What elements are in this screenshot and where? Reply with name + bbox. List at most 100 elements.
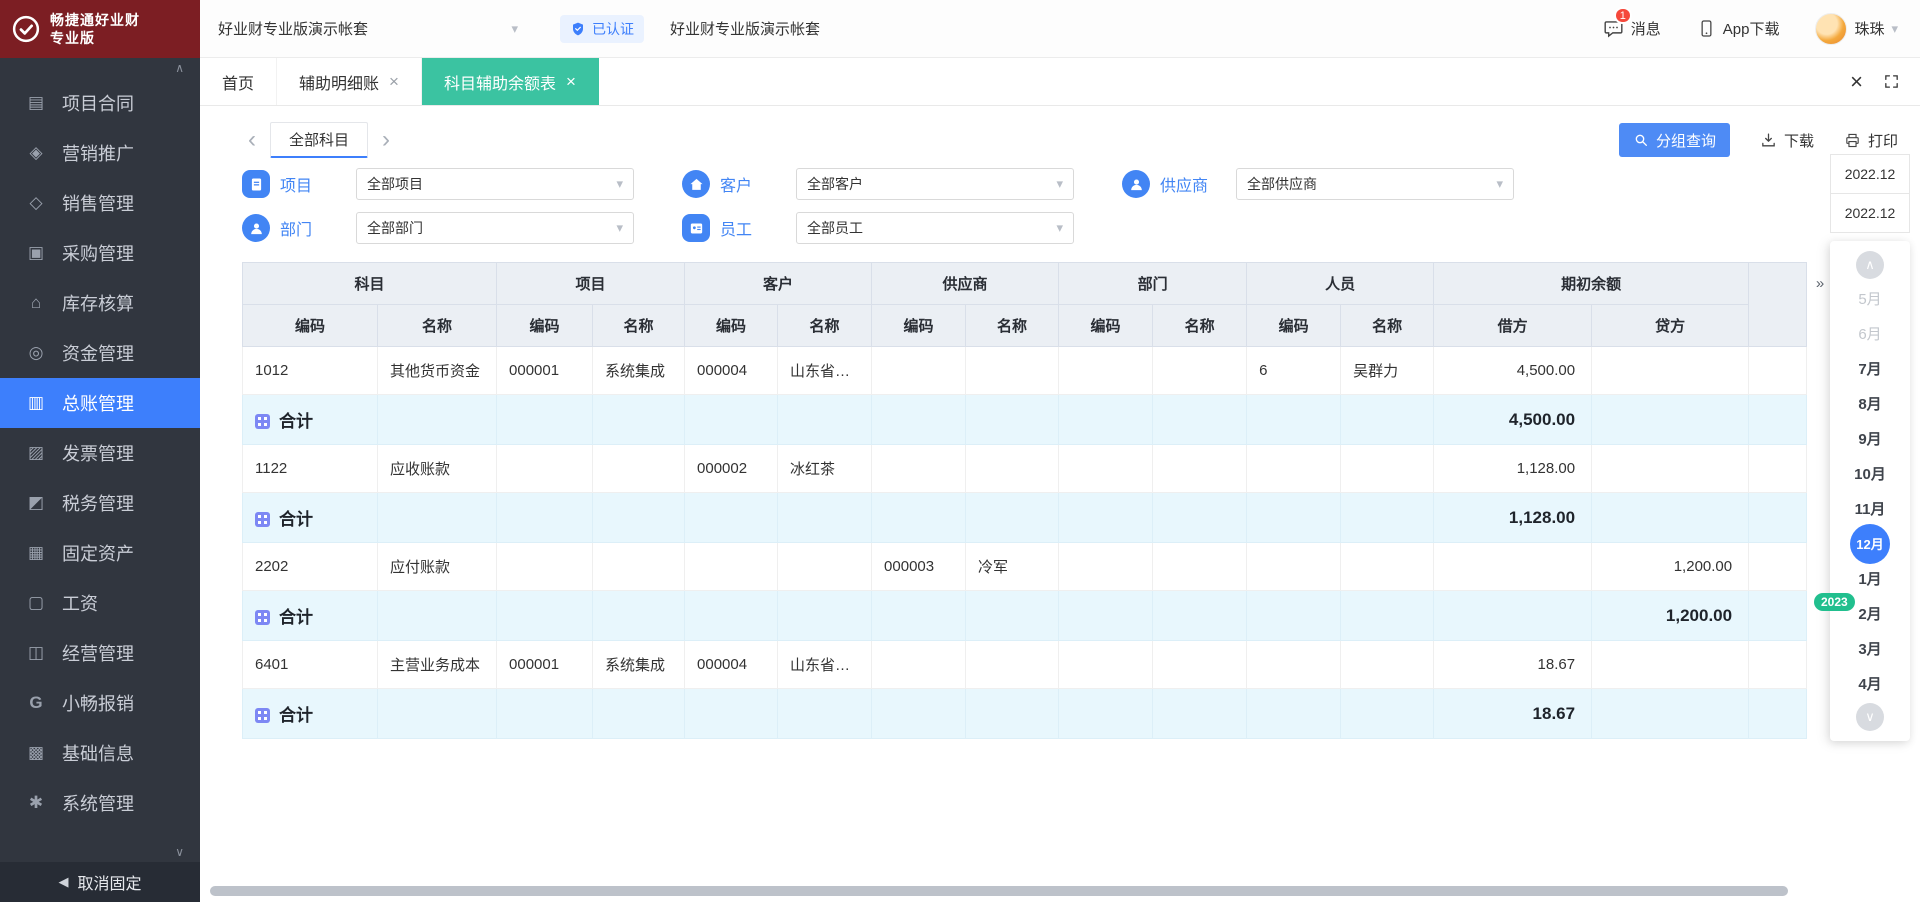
sidebar-scroll-up-icon[interactable]: ∧ [0,58,200,78]
sidebar-item-label: 固定资产 [62,544,134,564]
project-select[interactable]: 全部项目 ▾ [356,168,634,200]
app-logo-name: 畅捷通好业财 [50,11,140,28]
user-menu[interactable]: 珠珠 ▾ [1815,12,1898,45]
sidebar-item-sales[interactable]: ◇ 销售管理 [0,178,200,228]
table-row[interactable]: 1012 其他货币资金 000001 系统集成 000004 山东省济... 6 吴群力 4,5… [242,346,1808,395]
subtotal-row[interactable]: 合计 18.67 [242,688,1808,739]
table-row[interactable]: 2202 应付账款 000003 冷军 1,200.00 [242,542,1808,591]
month-item[interactable]: 8月 [1830,386,1910,421]
app-logo-edition: 专业版 [50,30,95,46]
calculator-icon [255,708,270,723]
fullscreen-icon[interactable] [1883,73,1900,90]
month-item[interactable]: 5月 [1830,281,1910,316]
prev-subject-icon[interactable]: ‹ [242,128,262,152]
scrollbar-thumb[interactable] [210,886,1788,896]
period-end[interactable]: 2022.12 [1830,193,1910,233]
cell: 吴群力 [1340,346,1435,395]
sidebar-item-operations[interactable]: ◫ 经营管理 [0,628,200,678]
month-item[interactable]: 11月 [1830,491,1910,526]
tab[interactable]: 辅助明细账 × [277,58,422,105]
sidebar-item-purchase[interactable]: ▣ 采购管理 [0,228,200,278]
sidebar-item-marketing[interactable]: ◈ 营销推广 [0,128,200,178]
cell [496,688,594,739]
cell [1340,640,1435,689]
sidebar-item-system[interactable]: ✱ 系统管理 [0,778,200,828]
tab[interactable]: 科目辅助余额表 × [421,58,599,105]
month-item-label: 7月 [1858,361,1882,378]
cell: 应收账款 [376,444,498,493]
sidebar-item-tax[interactable]: ◩ 税务管理 [0,478,200,528]
sidebar-item-label: 项目合同 [62,94,134,114]
app-logo-text: 畅捷通好业财 专业版 [50,11,140,47]
month-item[interactable]: 12月 [1830,523,1910,564]
sidebar-item-inventory[interactable]: ⌂ 库存核算 [0,278,200,328]
sidebar-item-ledger[interactable]: ▥ 总账管理 [0,378,200,428]
sidebar-item-assets[interactable]: ▦ 固定资产 [0,528,200,578]
tab-close-icon[interactable]: × [566,73,576,90]
cell: 冷军 [965,542,1060,591]
app-download-button[interactable]: App下载 [1697,18,1779,39]
sidebar-item-contract[interactable]: ▤ 项目合同 [0,78,200,128]
system-icon: ✱ [28,793,44,812]
balance-table-wrap: 科目 项目 客户 供应商 部门 人员 期初余额 编码 名称 编码 名称 编码 名称 编码 名称 编码 名称 编码… [241,262,1824,739]
month-item[interactable]: 3月 [1830,631,1910,666]
month-item[interactable]: 4月 [1830,666,1910,701]
close-icon[interactable]: × [1850,70,1863,93]
cell [871,346,967,395]
sidebar-item-invoice[interactable]: ▨ 发票管理 [0,428,200,478]
horizontal-scrollbar[interactable] [200,886,1920,896]
subtotal-cell: 合计 [242,590,378,641]
subject-scope-pill[interactable]: 全部科目 [270,122,369,158]
month-item[interactable]: 7月 [1830,351,1910,386]
subtotal-row[interactable]: 合计 1,128.00 [242,492,1808,543]
cell [1058,492,1154,543]
month-item[interactable]: 1月 [1830,561,1910,596]
subtotal-row[interactable]: 合计 4,500.00 [242,394,1808,445]
month-item[interactable]: 10月 [1830,456,1910,491]
department-select[interactable]: 全部部门 ▾ [356,212,634,244]
messages-button[interactable]: 1 消息 [1603,7,1661,39]
month-item[interactable]: 6月 [1830,316,1910,351]
period-start[interactable]: 2022.12 [1830,154,1910,194]
chevron-down-icon: ▾ [1056,176,1063,191]
cell [777,542,873,591]
months-scroll-down-icon[interactable]: ∨ [1856,703,1884,731]
cell [1152,590,1248,641]
print-label: 打印 [1867,132,1898,150]
year-badge: 2023 [1814,593,1855,611]
cell [965,492,1060,543]
cell [871,640,967,689]
next-subject-icon[interactable]: › [376,128,396,152]
tab-bar: 首页 辅助明细账 × 科目辅助余额表 × × [200,58,1920,106]
sidebar-item-payroll[interactable]: ▢ 工资 [0,578,200,628]
expand-columns-icon[interactable]: » [1810,273,1830,293]
cell: 000003 [871,542,967,591]
sidebar-item-reimburse[interactable]: G 小畅报销 [0,678,200,728]
cell: 2202 [242,542,378,591]
table-row[interactable]: 1122 应收账款 000002 冰红茶 1,128.00 [242,444,1808,493]
employee-select[interactable]: 全部员工 ▾ [796,212,1074,244]
unpin-sidebar-button[interactable]: ◀ 取消固定 [0,862,200,902]
cell: 18.67 [1433,640,1593,689]
sidebar-item-funds[interactable]: ◎ 资金管理 [0,328,200,378]
customer-select[interactable]: 全部客户 ▾ [796,168,1074,200]
group-query-button[interactable]: 分组查询 [1618,123,1730,157]
subtotal-row[interactable]: 合计 1,200.00 [242,590,1808,641]
sidebar-item-label: 经营管理 [62,644,134,664]
print-button[interactable]: 打印 [1844,130,1898,151]
months-scroll-up-icon[interactable]: ∧ [1856,251,1884,279]
sub-header: 编码 [496,304,594,347]
cell [684,590,779,641]
sidebar-item-basicinfo[interactable]: ▩ 基础信息 [0,728,200,778]
month-item[interactable]: 9月 [1830,421,1910,456]
table-row[interactable]: 6401 主营业务成本 000001 系统集成 000004 山东省济... 18.67 [242,640,1808,689]
tab[interactable]: 首页 [200,58,278,105]
supplier-select[interactable]: 全部供应商 ▾ [1236,168,1514,200]
sub-header: 名称 [592,304,686,347]
sidebar-scroll-down-icon[interactable]: ∨ [0,842,200,862]
download-button[interactable]: 下载 [1760,130,1814,151]
account-set-selector[interactable]: 好业财专业版演示帐套 ▾ [218,18,518,39]
invoice-icon: ▨ [27,443,45,462]
tabbar-actions: × [1850,58,1920,105]
tab-close-icon[interactable]: × [389,73,399,90]
